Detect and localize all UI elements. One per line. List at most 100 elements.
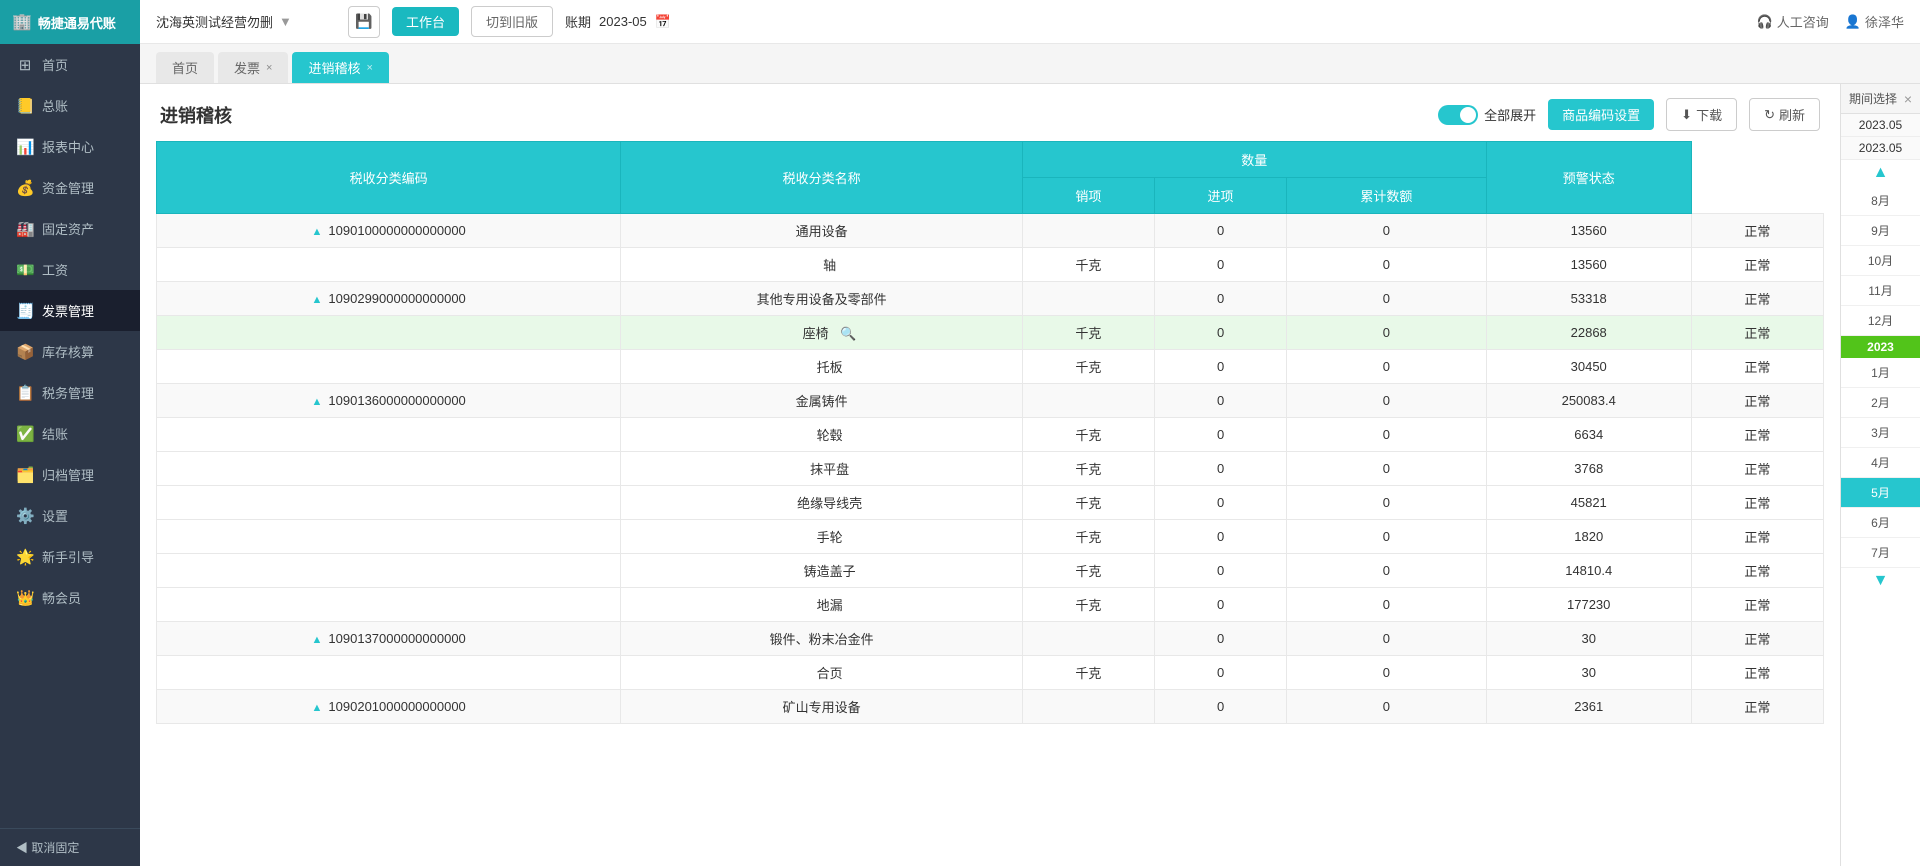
content-area: 进销稽核 全部展开 商品编码设置 ⬇ 下载 ↻ 刷新 bbox=[140, 84, 1920, 866]
company-selector[interactable]: 沈海英测试经营勿删 ▼ bbox=[156, 12, 336, 31]
period-year-2023-05-2[interactable]: 2023.05 bbox=[1841, 137, 1920, 160]
cell-total: 250083.4 bbox=[1486, 384, 1691, 418]
period-year-2023-05-top[interactable]: 2023.05 bbox=[1841, 114, 1920, 137]
cell-total: 45821 bbox=[1486, 486, 1691, 520]
download-button[interactable]: ⬇ 下载 bbox=[1666, 98, 1737, 131]
period-7[interactable]: 7月 bbox=[1841, 538, 1920, 568]
tab-reconcile-close[interactable]: × bbox=[366, 62, 372, 74]
cell-tax-name: 轴 bbox=[621, 248, 1023, 282]
table-row: 托板千克0030450正常 bbox=[157, 350, 1824, 384]
period-11[interactable]: 11月 bbox=[1841, 276, 1920, 306]
cell-sales: 0 bbox=[1154, 282, 1286, 316]
period-12[interactable]: 12月 bbox=[1841, 306, 1920, 336]
sidebar-item-funds[interactable]: 💰 资金管理 bbox=[0, 167, 140, 208]
table-row: 合页千克0030正常 bbox=[157, 656, 1824, 690]
tab-home[interactable]: 首页 bbox=[156, 52, 214, 83]
cell-tax-code bbox=[157, 452, 621, 486]
period-5[interactable]: 5月 bbox=[1841, 478, 1920, 508]
invoice-icon: 🧾 bbox=[16, 302, 34, 320]
cell-tax-name: 通用设备 bbox=[621, 214, 1023, 248]
cell-purchase: 0 bbox=[1287, 520, 1486, 554]
cell-tax-name: 绝缘导线壳 bbox=[621, 486, 1023, 520]
calendar-icon[interactable]: 📅 bbox=[655, 14, 671, 30]
period-6[interactable]: 6月 bbox=[1841, 508, 1920, 538]
sidebar-item-label: 固定资产 bbox=[42, 219, 94, 238]
th-sales: 销项 bbox=[1022, 178, 1154, 214]
expand-toggle[interactable] bbox=[1438, 105, 1478, 125]
user-menu[interactable]: 👤 徐泽华 bbox=[1845, 12, 1904, 31]
sidebar-item-reports[interactable]: 📊 报表中心 bbox=[0, 126, 140, 167]
product-code-button[interactable]: 商品编码设置 bbox=[1548, 99, 1654, 130]
period-9[interactable]: 9月 bbox=[1841, 216, 1920, 246]
sidebar-item-label: 首页 bbox=[42, 55, 68, 74]
sidebar-item-label: 总账 bbox=[42, 96, 68, 115]
expand-icon[interactable]: ▲ bbox=[312, 294, 323, 306]
logo-icon: 🏢 bbox=[12, 12, 32, 32]
period-2[interactable]: 2月 bbox=[1841, 388, 1920, 418]
period-10[interactable]: 10月 bbox=[1841, 246, 1920, 276]
search-icon[interactable]: 🔍 bbox=[840, 326, 856, 341]
cell-purchase: 0 bbox=[1287, 214, 1486, 248]
cell-purchase: 0 bbox=[1287, 588, 1486, 622]
sidebar-item-checkout[interactable]: ✅ 结账 bbox=[0, 413, 140, 454]
cell-total: 22868 bbox=[1486, 316, 1691, 350]
sidebar-item-label: 归档管理 bbox=[42, 465, 94, 484]
refresh-button[interactable]: ↻ 刷新 bbox=[1749, 98, 1820, 131]
sidebar-item-salary[interactable]: 💵 工资 bbox=[0, 249, 140, 290]
cell-total: 30 bbox=[1486, 656, 1691, 690]
logo-text: 畅捷通易代账 bbox=[38, 13, 116, 32]
cell-total: 30 bbox=[1486, 622, 1691, 656]
sidebar-item-tax[interactable]: 📋 税务管理 bbox=[0, 372, 140, 413]
expand-toggle-wrap: 全部展开 bbox=[1438, 105, 1536, 125]
tab-invoice[interactable]: 发票 × bbox=[218, 52, 288, 83]
refresh-icon: ↻ bbox=[1764, 107, 1775, 123]
headset-icon: 🎧 bbox=[1757, 14, 1773, 30]
period-panel-close-btn[interactable]: × bbox=[1904, 91, 1912, 107]
sidebar-item-label: 库存核算 bbox=[42, 342, 94, 361]
settings-icon: ⚙️ bbox=[16, 507, 34, 525]
period-nav-up-btn[interactable]: ▲ bbox=[1873, 164, 1889, 182]
sidebar-item-home[interactable]: ⊞ 首页 bbox=[0, 44, 140, 85]
cell-tax-code bbox=[157, 350, 621, 384]
sidebar-item-archive[interactable]: 🗂️ 归档管理 bbox=[0, 454, 140, 495]
table-row: ▲1090299000000000000其他专用设备及零部件0053318正常 bbox=[157, 282, 1824, 316]
cell-purchase: 0 bbox=[1287, 622, 1486, 656]
download-icon: ⬇ bbox=[1681, 107, 1692, 123]
tab-invoice-close[interactable]: × bbox=[266, 62, 272, 74]
ai-consult-btn[interactable]: 🎧 人工咨询 bbox=[1757, 12, 1829, 31]
cell-purchase: 0 bbox=[1287, 452, 1486, 486]
cell-unit: 千克 bbox=[1022, 248, 1154, 282]
sidebar-item-inventory[interactable]: 📦 库存核算 bbox=[0, 331, 140, 372]
period-4[interactable]: 4月 bbox=[1841, 448, 1920, 478]
sidebar-item-guide[interactable]: 🌟 新手引导 bbox=[0, 536, 140, 577]
cell-tax-code bbox=[157, 418, 621, 452]
save-draft-button[interactable]: 💾 bbox=[348, 6, 380, 38]
sidebar-item-vip[interactable]: 👑 畅会员 bbox=[0, 577, 140, 618]
switch-version-button[interactable]: 切到旧版 bbox=[471, 6, 553, 37]
expand-icon[interactable]: ▲ bbox=[312, 226, 323, 238]
tab-reconcile-label: 进销稽核 bbox=[308, 58, 360, 77]
period-8[interactable]: 8月 bbox=[1841, 186, 1920, 216]
table-row: ▲1090201000000000000矿山专用设备002361正常 bbox=[157, 690, 1824, 724]
sidebar-item-invoice[interactable]: 🧾 发票管理 bbox=[0, 290, 140, 331]
cell-warning: 正常 bbox=[1691, 520, 1823, 554]
period-nav-down-btn[interactable]: ▼ bbox=[1873, 572, 1889, 590]
tab-reconcile[interactable]: 进销稽核 × bbox=[292, 52, 388, 83]
sidebar-item-label: 结账 bbox=[42, 424, 68, 443]
period-panel-title: 期间选择 bbox=[1849, 90, 1897, 107]
expand-icon[interactable]: ▲ bbox=[312, 396, 323, 408]
sidebar-collapse-btn[interactable]: ◀ 取消固定 bbox=[0, 828, 140, 866]
period-1[interactable]: 1月 bbox=[1841, 358, 1920, 388]
cell-warning: 正常 bbox=[1691, 418, 1823, 452]
cell-purchase: 0 bbox=[1287, 248, 1486, 282]
cell-unit bbox=[1022, 622, 1154, 656]
cell-unit: 千克 bbox=[1022, 520, 1154, 554]
workbench-button[interactable]: 工作台 bbox=[392, 7, 459, 36]
expand-icon[interactable]: ▲ bbox=[312, 634, 323, 646]
sidebar-item-label: 新手引导 bbox=[42, 547, 94, 566]
sidebar-item-settings[interactable]: ⚙️ 设置 bbox=[0, 495, 140, 536]
sidebar-item-ledger[interactable]: 📒 总账 bbox=[0, 85, 140, 126]
period-3[interactable]: 3月 bbox=[1841, 418, 1920, 448]
sidebar-item-fixed-assets[interactable]: 🏭 固定资产 bbox=[0, 208, 140, 249]
expand-icon[interactable]: ▲ bbox=[312, 702, 323, 714]
